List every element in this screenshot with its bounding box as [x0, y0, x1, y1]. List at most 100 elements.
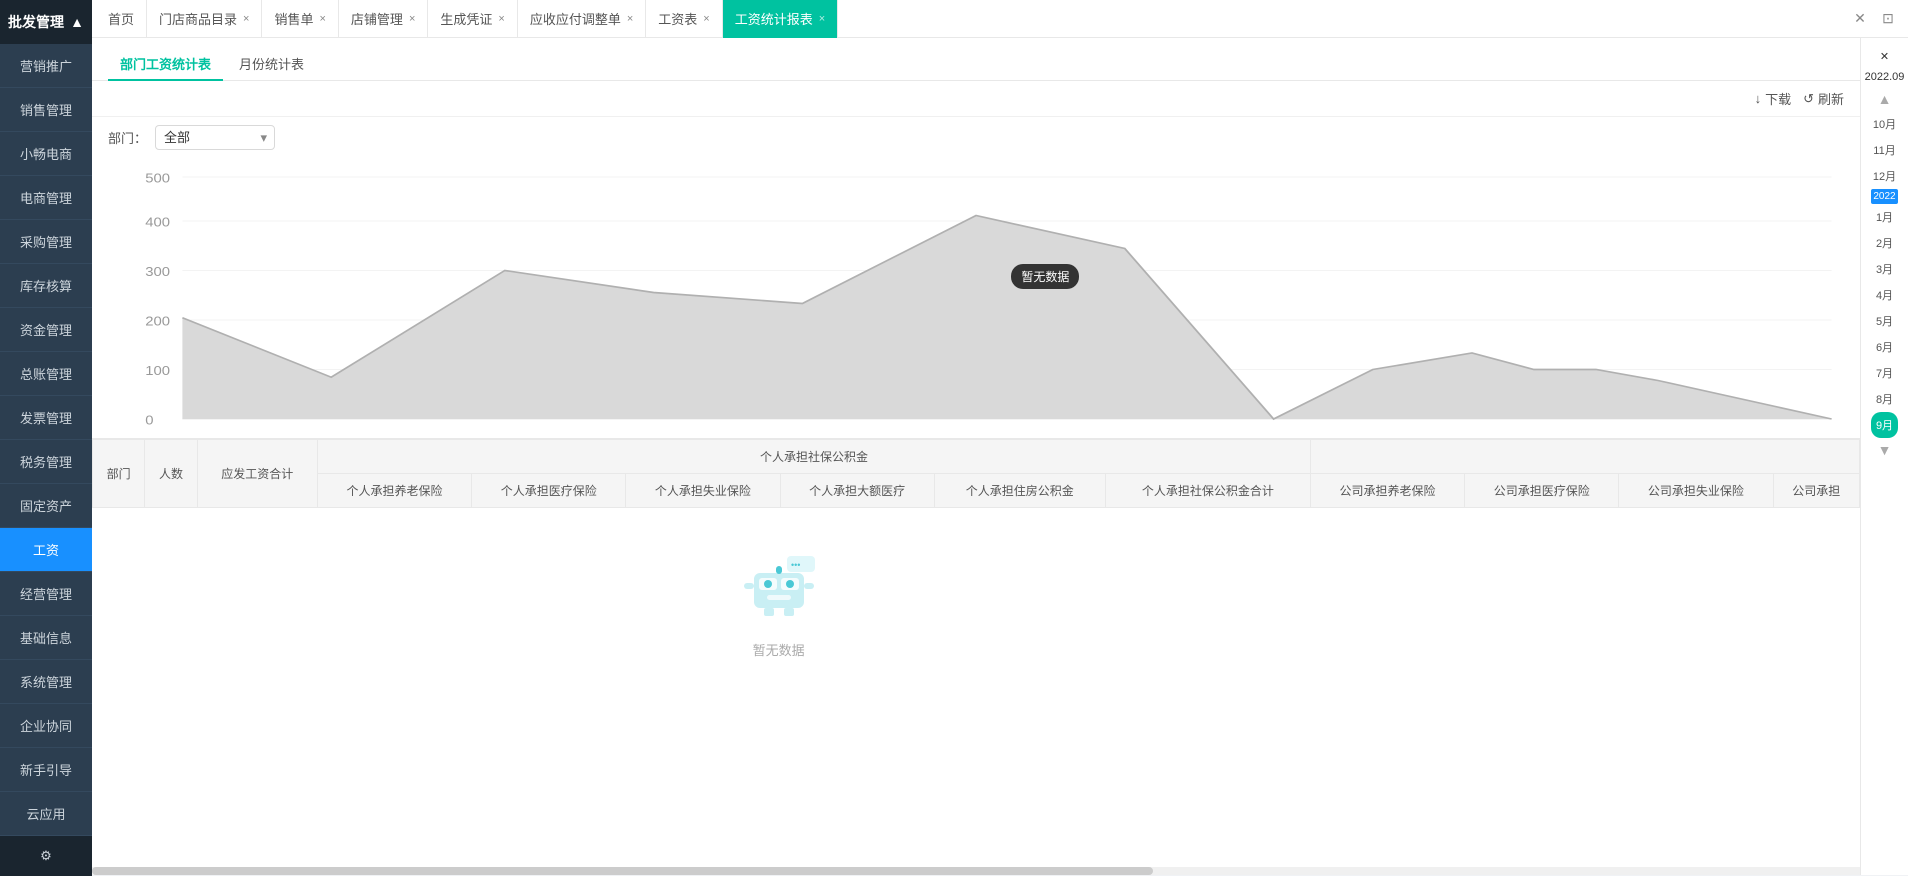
refresh-button[interactable]: ↺ 刷新 — [1803, 89, 1844, 108]
sidebar-item-新手引导[interactable]: 新手引导 — [0, 748, 92, 792]
tab-bar-actions: ✕ ⊡ — [1848, 7, 1908, 31]
sub-tab-月份统计表[interactable]: 月份统计表 — [227, 48, 316, 81]
download-label: 下载 — [1765, 89, 1791, 108]
chart-area: 0 100 200 300 400 500 — [92, 158, 1860, 438]
dept-filter-label: 部门： — [108, 128, 147, 147]
sidebar-item-资金管理[interactable]: 资金管理 — [0, 308, 92, 352]
tab-close-icon[interactable]: × — [319, 13, 325, 25]
timeline-item-2月[interactable]: 2月 — [1871, 230, 1898, 256]
th-salary: 应发工资合计 — [197, 440, 317, 508]
tab-close-icon[interactable]: × — [627, 13, 633, 25]
sidebar-item-云应用[interactable]: 云应用 — [0, 792, 92, 836]
timeline-close[interactable]: ✕ — [1861, 46, 1908, 67]
restore-button[interactable]: ⊡ — [1876, 7, 1900, 31]
table-empty-label: 暂无数据 — [753, 640, 805, 659]
timeline-item-1月[interactable]: 1月 — [1871, 204, 1898, 230]
timeline-item-7月[interactable]: 7月 — [1871, 360, 1898, 386]
timeline-item-12月[interactable]: 12月 — [1871, 163, 1898, 189]
download-button[interactable]: ↓ 下载 — [1755, 89, 1792, 108]
sidebar-header[interactable]: 批发管理 ▲ — [0, 0, 92, 44]
svg-text:200: 200 — [145, 313, 170, 328]
tab-门店商品目录[interactable]: 门店商品目录 × — [147, 0, 262, 38]
tab-首页[interactable]: 首页 — [96, 0, 147, 38]
sidebar-item-经营管理[interactable]: 经营管理 — [0, 572, 92, 616]
sidebar-item-总账管理[interactable]: 总账管理 — [0, 352, 92, 396]
sidebar-item-发票管理[interactable]: 发票管理 — [0, 396, 92, 440]
sidebar-item-固定资产[interactable]: 固定资产 — [0, 484, 92, 528]
th-count: 人数 — [145, 440, 197, 508]
tab-close-icon[interactable]: × — [409, 13, 415, 25]
timeline-item-5月[interactable]: 5月 — [1871, 308, 1898, 334]
tab-label: 工资表 — [658, 9, 697, 28]
timeline-nav-down[interactable]: ▼ — [1873, 438, 1897, 462]
sidebar-item-销售管理[interactable]: 销售管理 — [0, 88, 92, 132]
tab-销售单[interactable]: 销售单 × — [262, 0, 338, 38]
filter-bar: 部门： 全部销售部采购部财务部人事部 — [92, 117, 1860, 158]
table-empty-state: ••• 暂无数据 — [93, 508, 1465, 699]
horizontal-scrollbar[interactable] — [92, 867, 1860, 875]
timeline-item-10月[interactable]: 10月 — [1871, 111, 1898, 137]
table-area[interactable]: 部门 人数 应发工资合计 个人承担社保公积金 个人承担养老保险 个人承担医疗保险… — [92, 438, 1860, 867]
tab-label: 应收应付调整单 — [530, 9, 621, 28]
settings-icon: ⚙ — [40, 848, 52, 863]
tab-close-icon[interactable]: × — [243, 13, 249, 25]
timeline-item-3月[interactable]: 3月 — [1871, 256, 1898, 282]
tab-close-icon[interactable]: × — [498, 13, 504, 25]
timeline-item-6月[interactable]: 6月 — [1871, 334, 1898, 360]
svg-text:100: 100 — [145, 363, 170, 378]
tab-bar: 首页门店商品目录×销售单×店铺管理×生成凭证×应收应付调整单×工资表×工资统计报… — [92, 0, 1908, 38]
timeline-year-label: 2022.09 — [1861, 67, 1908, 87]
tab-店铺管理[interactable]: 店铺管理 × — [339, 0, 428, 38]
sidebar-item-营销推广[interactable]: 营销推广 — [0, 44, 92, 88]
sidebar-item-小畅电商[interactable]: 小畅电商 — [0, 132, 92, 176]
sidebar-item-基础信息[interactable]: 基础信息 — [0, 616, 92, 660]
tab-label: 首页 — [108, 9, 134, 28]
tab-工资表[interactable]: 工资表 × — [646, 0, 722, 38]
sidebar-item-电商管理[interactable]: 电商管理 — [0, 176, 92, 220]
th-personal-insurance: 个人承担社保公积金 — [317, 440, 1310, 474]
svg-text:300: 300 — [145, 264, 170, 279]
th-company-medical: 公司承担医疗保险 — [1465, 474, 1619, 508]
timeline-item-4月[interactable]: 4月 — [1871, 282, 1898, 308]
sidebar-item-系统管理[interactable]: 系统管理 — [0, 660, 92, 704]
toolbar: ↓ 下载 ↺ 刷新 — [92, 81, 1860, 117]
svg-text:•••: ••• — [791, 560, 800, 570]
timeline-item-11月[interactable]: 11月 — [1871, 137, 1898, 163]
main-content: 部门工资统计表月份统计表 ↓ 下载 ↺ 刷新 部门： 全部销售部采购部财务部人事… — [92, 38, 1860, 875]
timeline-nav-up[interactable]: ▲ — [1873, 87, 1897, 111]
th-personal-pension: 个人承担养老保险 — [317, 474, 471, 508]
sub-tabs: 部门工资统计表月份统计表 — [92, 38, 1860, 81]
dept-select-wrapper: 全部销售部采购部财务部人事部 — [155, 125, 275, 150]
tab-工资统计报表[interactable]: 工资统计报表× — [723, 0, 838, 38]
tab-应收应付调整单[interactable]: 应收应付调整单 × — [518, 0, 646, 38]
th-personal-medical: 个人承担医疗保险 — [472, 474, 626, 508]
th-company-unemployment: 公司承担失业保险 — [1619, 474, 1773, 508]
th-dept: 部门 — [93, 440, 145, 508]
tab-生成凭证[interactable]: 生成凭证 × — [428, 0, 517, 38]
timeline-item-9月[interactable]: 9月 — [1871, 412, 1898, 438]
svg-text:500: 500 — [145, 170, 170, 185]
timeline-item-8月[interactable]: 8月 — [1871, 386, 1898, 412]
close-all-button[interactable]: ✕ — [1848, 7, 1872, 31]
refresh-icon: ↺ — [1803, 91, 1814, 107]
th-personal-unemployment: 个人承担失业保险 — [626, 474, 780, 508]
sidebar-item-企业协同[interactable]: 企业协同 — [0, 704, 92, 748]
svg-text:400: 400 — [145, 214, 170, 229]
tab-label: 销售单 — [274, 9, 313, 28]
sidebar-item-工资[interactable]: 工资 — [0, 528, 92, 572]
tab-label: 生成凭证 — [440, 9, 492, 28]
tab-close-icon[interactable]: × — [703, 13, 709, 25]
th-company-pension: 公司承担养老保险 — [1310, 474, 1464, 508]
sidebar-item-库存核算[interactable]: 库存核算 — [0, 264, 92, 308]
timeline-item-2022[interactable]: 2022 — [1871, 189, 1898, 204]
main-area: 首页门店商品目录×销售单×店铺管理×生成凭证×应收应付调整单×工资表×工资统计报… — [92, 0, 1908, 875]
sub-tab-部门工资统计表[interactable]: 部门工资统计表 — [108, 48, 223, 81]
tab-label: 门店商品目录 — [159, 9, 237, 28]
sidebar-item-税务管理[interactable]: 税务管理 — [0, 440, 92, 484]
dept-select[interactable]: 全部销售部采购部财务部人事部 — [155, 125, 275, 150]
th-company-insurance — [1310, 440, 1859, 474]
tab-close-icon[interactable]: × — [819, 13, 825, 25]
tab-label: 店铺管理 — [351, 9, 403, 28]
sidebar-settings-button[interactable]: ⚙ — [0, 836, 92, 876]
sidebar-item-采购管理[interactable]: 采购管理 — [0, 220, 92, 264]
